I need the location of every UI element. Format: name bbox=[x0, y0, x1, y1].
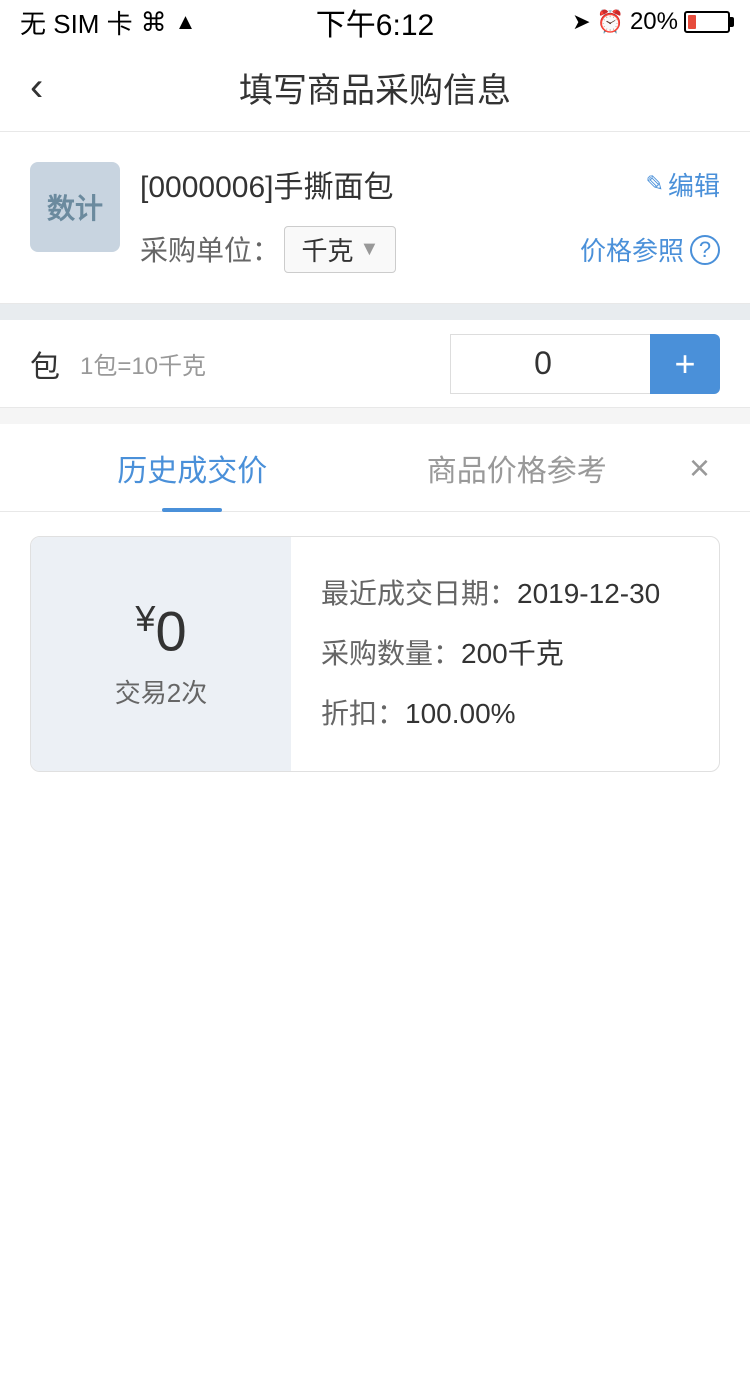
edit-button[interactable]: ✎ 编辑 bbox=[646, 166, 720, 203]
battery-icon bbox=[684, 11, 730, 33]
unit-value: 千克 bbox=[301, 231, 353, 268]
price-card: ¥0 交易2次 最近成交日期：2019-12-30 采购数量：200千克 折扣：… bbox=[30, 536, 720, 772]
price-value: 0 bbox=[155, 599, 186, 662]
quantity-input[interactable] bbox=[450, 334, 650, 394]
edit-icon: ✎ bbox=[646, 171, 664, 197]
price-reference-button[interactable]: 价格参照 ? bbox=[580, 231, 720, 268]
purchase-qty-row: 采购数量：200千克 bbox=[321, 633, 689, 675]
wifi-signal-icon: ▲ bbox=[175, 9, 197, 35]
tab-history-price[interactable]: 历史成交价 bbox=[30, 424, 354, 512]
tab-price-reference[interactable]: 商品价格参考 bbox=[354, 424, 678, 512]
currency-symbol: ¥ bbox=[135, 598, 155, 639]
quantity-row: 包 1包=10千克 + bbox=[0, 320, 750, 408]
help-icon: ? bbox=[690, 235, 720, 265]
unit-dropdown-arrow: ▼ bbox=[359, 238, 379, 261]
price-details: 最近成交日期：2019-12-30 采购数量：200千克 折扣：100.00% bbox=[291, 537, 719, 771]
purchase-qty-value: 200千克 bbox=[461, 638, 564, 669]
product-section: 数计 [0000006]手撕面包 ✎ 编辑 采购单位： 千克 ▼ 价格 bbox=[0, 132, 750, 304]
price-amount: ¥0 bbox=[135, 598, 186, 664]
page-title: 填写商品采购信息 bbox=[239, 63, 511, 112]
product-name: [0000006]手撕面包 bbox=[140, 162, 393, 206]
location-icon: ➤ bbox=[572, 9, 590, 35]
tabs-section: 历史成交价 商品价格参考 × ¥0 交易2次 最近成交日期：2019-12-30… bbox=[0, 424, 750, 1396]
discount-value: 100.00% bbox=[405, 698, 516, 729]
wifi-icon: ⌘ bbox=[141, 7, 167, 38]
status-indicators: ➤ ⏰ 20% bbox=[572, 8, 730, 36]
battery-percent: 20% bbox=[630, 8, 678, 36]
main-content-area bbox=[0, 796, 750, 1396]
quantity-unit-label: 包 bbox=[30, 342, 60, 386]
tabs-header: 历史成交价 商品价格参考 × bbox=[0, 424, 750, 512]
unit-select[interactable]: 千克 ▼ bbox=[284, 226, 396, 273]
product-thumbnail: 数计 bbox=[30, 162, 120, 252]
recent-date-row: 最近成交日期：2019-12-30 bbox=[321, 573, 689, 615]
no-sim-label: 无 SIM 卡 bbox=[20, 4, 133, 41]
discount-row: 折扣：100.00% bbox=[321, 693, 689, 735]
price-ref-label: 价格参照 bbox=[580, 231, 684, 268]
price-card-area: ¥0 交易2次 最近成交日期：2019-12-30 采购数量：200千克 折扣：… bbox=[0, 512, 750, 796]
quantity-sub-label: 1包=10千克 bbox=[80, 346, 450, 381]
section-divider bbox=[0, 304, 750, 320]
purchase-qty-label: 采购数量： bbox=[321, 638, 461, 669]
quantity-plus-button[interactable]: + bbox=[650, 334, 720, 394]
nav-bar: ‹ 填写商品采购信息 bbox=[0, 44, 750, 132]
status-carrier: 无 SIM 卡 ⌘ ▲ bbox=[20, 4, 196, 41]
status-bar: 无 SIM 卡 ⌘ ▲ 下午6:12 ➤ ⏰ 20% bbox=[0, 0, 750, 44]
edit-label: 编辑 bbox=[668, 166, 720, 203]
tab-close-button[interactable]: × bbox=[679, 437, 720, 499]
recent-date-label: 最近成交日期： bbox=[321, 578, 517, 609]
unit-label: 采购单位： bbox=[140, 235, 280, 266]
back-button[interactable]: ‹ bbox=[20, 55, 53, 120]
trade-count: 交易2次 bbox=[115, 673, 207, 710]
quantity-input-group: + bbox=[450, 334, 720, 394]
discount-label: 折扣： bbox=[321, 698, 405, 729]
alarm-icon: ⏰ bbox=[597, 9, 624, 35]
price-summary: ¥0 交易2次 bbox=[31, 537, 291, 771]
product-info: [0000006]手撕面包 ✎ 编辑 采购单位： 千克 ▼ 价格参照 ? bbox=[140, 162, 720, 273]
status-time: 下午6:12 bbox=[316, 0, 434, 44]
recent-date-value: 2019-12-30 bbox=[517, 578, 660, 609]
